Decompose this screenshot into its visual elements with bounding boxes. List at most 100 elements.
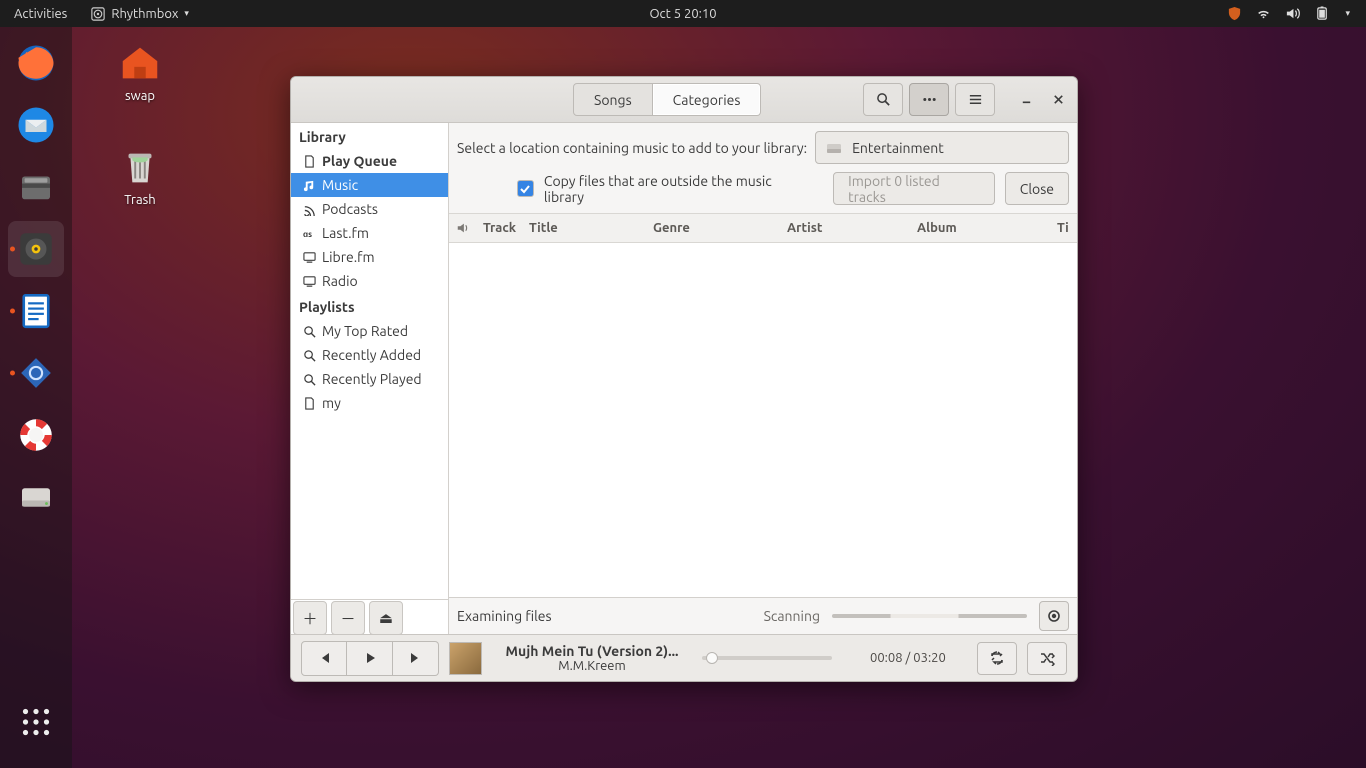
sidebar-toolbar: ＋ － ⏏ (291, 599, 448, 634)
sidebar-item-label: Play Queue (322, 153, 397, 169)
firefox-icon (15, 42, 57, 84)
activities-button[interactable]: Activities (0, 7, 81, 21)
sidebar-item-my-top-rated[interactable]: My Top Rated (291, 319, 448, 343)
sidebar-item-recently-played[interactable]: Recently Played (291, 367, 448, 391)
dock-files[interactable] (8, 159, 64, 215)
sidebar-heading-playlists: Playlists (291, 293, 448, 319)
seek-slider[interactable] (702, 656, 832, 660)
time-display: 00:08 / 03:20 (870, 651, 946, 665)
monitor-icon (303, 251, 316, 264)
desktop-icon-label: swap (100, 89, 180, 103)
repeat-icon (989, 650, 1005, 666)
running-indicator (10, 309, 15, 314)
player-bar: Mujh Mein Tu (Version 2)... M.M.Kreem 00… (291, 634, 1077, 681)
dock-show-apps[interactable] (8, 694, 64, 750)
seek-knob[interactable] (706, 652, 718, 664)
col-track: Track (477, 221, 523, 235)
repeat-button[interactable] (977, 642, 1017, 675)
dock-thunderbird[interactable] (8, 97, 64, 153)
close-import-button[interactable]: Close (1005, 172, 1069, 205)
dock-rhythmbox[interactable] (8, 221, 64, 277)
menu-button[interactable] (955, 83, 995, 116)
gnome-top-bar: Activities Rhythmbox ▾ Oct 5 20:10 ▾ (0, 0, 1366, 27)
col-title: Title (523, 221, 647, 235)
skip-next-icon (408, 650, 424, 666)
wifi-icon (1256, 6, 1271, 21)
copy-files-label: Copy files that are outside the music li… (544, 173, 813, 205)
track-list[interactable] (449, 243, 1077, 597)
sidebar-item-podcasts[interactable]: Podcasts (291, 197, 448, 221)
dock-drive[interactable] (8, 469, 64, 525)
sidebar-item-music[interactable]: Music (291, 173, 448, 197)
check-icon (519, 183, 531, 195)
more-button[interactable] (909, 83, 949, 116)
sidebar-heading-library: Library (291, 123, 448, 149)
hard-drive-icon (826, 140, 842, 156)
tab-categories[interactable]: Categories (653, 83, 762, 116)
clock[interactable]: Oct 5 20:10 (649, 7, 716, 21)
lifebuoy-icon (15, 414, 57, 456)
main-pane: Select a location containing music to ad… (449, 123, 1077, 634)
search-button[interactable] (863, 83, 903, 116)
col-artist: Artist (781, 221, 911, 235)
add-playlist-button[interactable]: ＋ (293, 601, 327, 635)
dock (0, 27, 72, 768)
play-button[interactable] (347, 641, 393, 676)
thunderbird-icon (15, 104, 57, 146)
running-indicator (10, 371, 15, 376)
next-button[interactable] (393, 641, 439, 676)
col-genre: Genre (647, 221, 781, 235)
sidebar-item-librefm[interactable]: Libre.fm (291, 245, 448, 269)
dock-firefox[interactable] (8, 35, 64, 91)
sidebar: Library Play Queue Music Podcasts ɑs Las… (291, 123, 449, 634)
location-chooser[interactable]: Entertainment (815, 131, 1069, 164)
import-button[interactable]: Import 0 listed tracks (833, 172, 995, 205)
stop-scan-button[interactable] (1039, 601, 1069, 631)
svg-text:ɑs: ɑs (303, 229, 312, 239)
close-button[interactable] (1045, 87, 1071, 113)
music-icon (303, 179, 316, 192)
monitor-icon (303, 275, 316, 288)
tab-songs[interactable]: Songs (573, 83, 653, 116)
desktop-icon-trash[interactable]: Trash (100, 144, 180, 207)
playback-controls (301, 641, 439, 676)
view-switcher: Songs Categories (573, 83, 761, 116)
chevron-down-icon: ▾ (184, 8, 189, 19)
location-label: Entertainment (852, 140, 944, 156)
sidebar-item-lastfm[interactable]: ɑs Last.fm (291, 221, 448, 245)
files-icon (15, 166, 57, 208)
sidebar-item-recently-added[interactable]: Recently Added (291, 343, 448, 367)
app-menu-label: Rhythmbox (111, 7, 178, 21)
smart-playlist-icon (303, 349, 316, 362)
battery-icon (1314, 6, 1331, 21)
desktop-icon-swap[interactable]: swap (100, 40, 180, 103)
system-status-area[interactable]: ▾ (1227, 6, 1366, 21)
sidebar-item-radio[interactable]: Radio (291, 269, 448, 293)
running-indicator (10, 247, 15, 252)
remove-playlist-button[interactable]: － (331, 601, 365, 635)
eject-button[interactable]: ⏏ (369, 601, 403, 635)
shuffle-button[interactable] (1027, 642, 1067, 675)
dock-settings[interactable] (8, 345, 64, 401)
rhythmbox-indicator-icon (91, 7, 105, 21)
previous-button[interactable] (301, 641, 347, 676)
now-playing-title: Mujh Mein Tu (Version 2)... (506, 643, 679, 659)
close-icon (1052, 93, 1065, 106)
smart-playlist-icon (303, 373, 316, 386)
app-menu[interactable]: Rhythmbox ▾ (81, 7, 199, 21)
copy-files-checkbox[interactable] (517, 180, 534, 197)
trash-icon (117, 144, 163, 190)
album-art[interactable] (449, 642, 482, 675)
status-bar: Examining files Scanning (449, 597, 1077, 634)
minimize-button[interactable] (1013, 87, 1039, 113)
track-list-header[interactable]: Track Title Genre Artist Album Ti (449, 213, 1077, 243)
scan-progress (832, 614, 1027, 618)
minimize-icon (1020, 93, 1033, 106)
sidebar-item-my[interactable]: my (291, 391, 448, 415)
desktop-icon-label: Trash (100, 193, 180, 207)
writer-icon (15, 290, 57, 332)
dock-writer[interactable] (8, 283, 64, 339)
dock-help[interactable] (8, 407, 64, 463)
smart-playlist-icon (303, 325, 316, 338)
sidebar-item-play-queue[interactable]: Play Queue (291, 149, 448, 173)
